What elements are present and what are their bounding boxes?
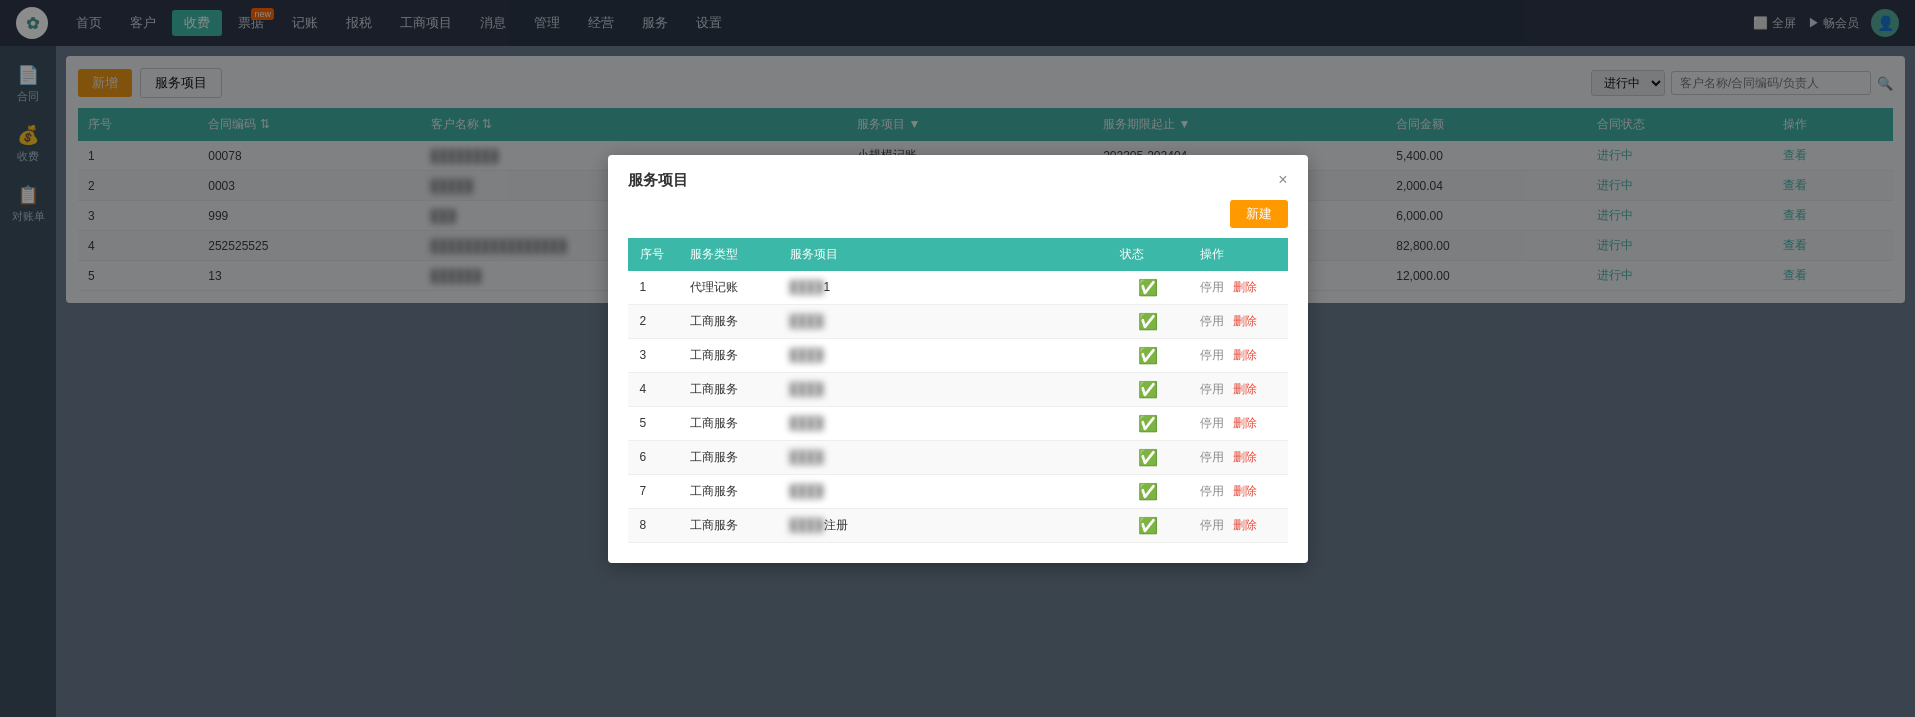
modal-overlay[interactable]: 服务项目 × 新建 序号 服务类型 服务项目 状态 操作 (0, 0, 1915, 717)
stop-button[interactable]: 停用 (1200, 484, 1224, 498)
list-item: 4 工商服务 ████ ✅ 停用 删除 (628, 372, 1288, 406)
stop-button[interactable]: 停用 (1200, 382, 1224, 396)
mrow-no: 5 (628, 406, 678, 440)
mth-type: 服务类型 (678, 238, 778, 271)
mrow-type: 工商服务 (678, 304, 778, 338)
stop-button[interactable]: 停用 (1200, 416, 1224, 430)
service-items-table: 序号 服务类型 服务项目 状态 操作 1 代理记账 ████1 ✅ 停用 (628, 238, 1288, 543)
mrow-op: 停用 删除 (1188, 372, 1288, 406)
list-item: 7 工商服务 ████ ✅ 停用 删除 (628, 474, 1288, 508)
mrow-type: 工商服务 (678, 372, 778, 406)
mrow-item: ████ (778, 372, 1108, 406)
mrow-item: ████ (778, 338, 1108, 372)
stop-button[interactable]: 停用 (1200, 280, 1224, 294)
mrow-status: ✅ (1108, 440, 1188, 474)
mrow-op: 停用 删除 (1188, 440, 1288, 474)
delete-button[interactable]: 删除 (1233, 280, 1257, 294)
mrow-status: ✅ (1108, 474, 1188, 508)
mrow-no: 6 (628, 440, 678, 474)
mrow-type: 工商服务 (678, 508, 778, 542)
delete-button[interactable]: 删除 (1233, 484, 1257, 498)
mrow-op: 停用 删除 (1188, 508, 1288, 542)
list-item: 1 代理记账 ████1 ✅ 停用 删除 (628, 271, 1288, 305)
modal-new-button[interactable]: 新建 (1230, 200, 1288, 228)
mrow-status: ✅ (1108, 338, 1188, 372)
mrow-type: 代理记账 (678, 271, 778, 305)
mrow-status: ✅ (1108, 372, 1188, 406)
mrow-op: 停用 删除 (1188, 338, 1288, 372)
mrow-item: ████ (778, 474, 1108, 508)
delete-button[interactable]: 删除 (1233, 450, 1257, 464)
delete-button[interactable]: 删除 (1233, 314, 1257, 328)
mth-item: 服务项目 (778, 238, 1108, 271)
service-items-modal: 服务项目 × 新建 序号 服务类型 服务项目 状态 操作 (608, 155, 1308, 563)
mrow-type: 工商服务 (678, 474, 778, 508)
mth-status: 状态 (1108, 238, 1188, 271)
mrow-type: 工商服务 (678, 338, 778, 372)
stop-button[interactable]: 停用 (1200, 348, 1224, 362)
mrow-no: 3 (628, 338, 678, 372)
mrow-op: 停用 删除 (1188, 304, 1288, 338)
modal-close-button[interactable]: × (1278, 171, 1287, 189)
mrow-op: 停用 删除 (1188, 474, 1288, 508)
modal-toolbar: 新建 (608, 190, 1308, 238)
mrow-status: ✅ (1108, 406, 1188, 440)
modal-title: 服务项目 (628, 171, 688, 190)
service-items-table-body: 1 代理记账 ████1 ✅ 停用 删除 2 工商服务 ████ ✅ (628, 271, 1288, 543)
stop-button[interactable]: 停用 (1200, 450, 1224, 464)
mrow-op: 停用 删除 (1188, 271, 1288, 305)
mth-op: 操作 (1188, 238, 1288, 271)
modal-body: 序号 服务类型 服务项目 状态 操作 1 代理记账 ████1 ✅ 停用 (608, 238, 1308, 563)
mrow-no: 7 (628, 474, 678, 508)
stop-button[interactable]: 停用 (1200, 518, 1224, 532)
delete-button[interactable]: 删除 (1233, 382, 1257, 396)
service-items-table-header: 序号 服务类型 服务项目 状态 操作 (628, 238, 1288, 271)
modal-header: 服务项目 × (608, 155, 1308, 190)
list-item: 2 工商服务 ████ ✅ 停用 删除 (628, 304, 1288, 338)
delete-button[interactable]: 删除 (1233, 518, 1257, 532)
mrow-no: 2 (628, 304, 678, 338)
mrow-no: 8 (628, 508, 678, 542)
mrow-item: ████注册 (778, 508, 1108, 542)
mth-no: 序号 (628, 238, 678, 271)
delete-button[interactable]: 删除 (1233, 348, 1257, 362)
list-item: 6 工商服务 ████ ✅ 停用 删除 (628, 440, 1288, 474)
delete-button[interactable]: 删除 (1233, 416, 1257, 430)
mrow-op: 停用 删除 (1188, 406, 1288, 440)
mrow-status: ✅ (1108, 271, 1188, 305)
mrow-status: ✅ (1108, 508, 1188, 542)
mrow-item: ████ (778, 440, 1108, 474)
mrow-item: ████1 (778, 271, 1108, 305)
mrow-type: 工商服务 (678, 406, 778, 440)
mrow-item: ████ (778, 406, 1108, 440)
mrow-type: 工商服务 (678, 440, 778, 474)
mrow-item: ████ (778, 304, 1108, 338)
list-item: 5 工商服务 ████ ✅ 停用 删除 (628, 406, 1288, 440)
stop-button[interactable]: 停用 (1200, 314, 1224, 328)
mrow-no: 4 (628, 372, 678, 406)
mrow-status: ✅ (1108, 304, 1188, 338)
list-item: 8 工商服务 ████注册 ✅ 停用 删除 (628, 508, 1288, 542)
list-item: 3 工商服务 ████ ✅ 停用 删除 (628, 338, 1288, 372)
mrow-no: 1 (628, 271, 678, 305)
